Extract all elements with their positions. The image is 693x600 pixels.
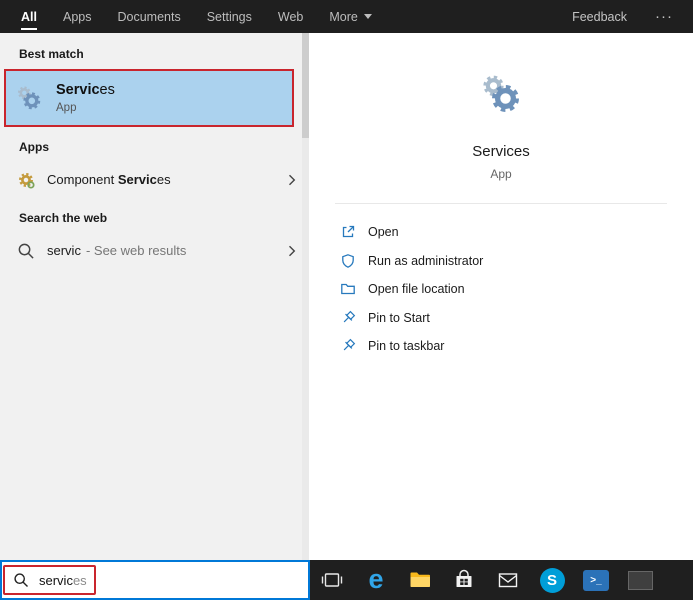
mail-button[interactable] xyxy=(486,560,530,600)
open-icon xyxy=(340,224,356,240)
tab-all-label: All xyxy=(21,10,37,24)
search-typed-text: servic xyxy=(39,573,73,588)
search-web-header: Search the web xyxy=(0,198,309,232)
window-button[interactable] xyxy=(618,560,662,600)
task-view-button[interactable] xyxy=(310,560,354,600)
search-icon xyxy=(13,572,29,588)
best-match-header: Best match xyxy=(0,33,309,68)
best-match-title-rest: es xyxy=(100,82,115,98)
file-explorer-icon xyxy=(408,568,432,592)
services-app-icon-large xyxy=(477,70,525,118)
action-pin-to-start[interactable]: Pin to Start xyxy=(340,304,693,333)
action-run-as-administrator[interactable]: Run as administrator xyxy=(340,247,693,276)
store-button[interactable] xyxy=(442,560,486,600)
best-match-text: Services App xyxy=(56,82,115,114)
task-view-icon xyxy=(320,568,344,592)
preview-title: Services xyxy=(472,143,530,160)
chevron-right-icon[interactable] xyxy=(288,174,296,186)
preview-subtitle: App xyxy=(490,167,511,181)
best-match-subtitle: App xyxy=(56,102,115,114)
apps-header: Apps xyxy=(0,127,309,161)
results-panel: Best match Services xyxy=(0,33,309,560)
taskbar: services e S >_ xyxy=(0,560,693,600)
action-pin-to-taskbar[interactable]: Pin to taskbar xyxy=(340,332,693,361)
search-icon xyxy=(17,242,35,260)
action-pin-to-start-label: Pin to Start xyxy=(368,311,430,325)
edge-icon: e xyxy=(368,566,383,593)
component-services-prefix: Component xyxy=(47,172,118,187)
store-icon xyxy=(452,568,476,592)
tab-more[interactable]: More xyxy=(316,0,384,33)
topbar-right: Feedback ··· xyxy=(572,0,693,33)
services-app-icon xyxy=(14,83,44,113)
tab-all[interactable]: All xyxy=(8,0,50,33)
action-open[interactable]: Open xyxy=(340,218,693,247)
tab-web-label: Web xyxy=(278,10,303,24)
component-services-label: Component Services xyxy=(47,172,171,187)
tab-web[interactable]: Web xyxy=(265,0,316,33)
overflow-menu-button[interactable]: ··· xyxy=(655,8,673,25)
tab-documents[interactable]: Documents xyxy=(104,0,193,33)
file-explorer-button[interactable] xyxy=(398,560,442,600)
search-results-area: Best match Services xyxy=(0,33,693,560)
action-run-as-administrator-label: Run as administrator xyxy=(368,254,483,268)
best-match-result-services[interactable]: Services App xyxy=(4,69,294,127)
tab-settings-label: Settings xyxy=(207,10,252,24)
edge-button[interactable]: e xyxy=(354,560,398,600)
skype-icon: S xyxy=(540,568,565,593)
preview-panel: Services App Open Run as administrator xyxy=(309,33,693,560)
windows-search-flyout: All Apps Documents Settings Web More Fee… xyxy=(0,0,693,600)
search-filter-bar: All Apps Documents Settings Web More Fee… xyxy=(0,0,693,33)
component-services-icon xyxy=(17,171,35,189)
web-result-query: servic xyxy=(47,243,81,258)
skype-button[interactable]: S xyxy=(530,560,574,600)
tab-apps[interactable]: Apps xyxy=(50,0,105,33)
window-icon xyxy=(628,571,653,590)
shield-icon xyxy=(340,253,356,269)
result-web-servic[interactable]: servic - See web results xyxy=(0,232,309,269)
taskbar-icons: e S >_ xyxy=(310,560,662,600)
component-services-matched: Servic xyxy=(118,172,157,187)
chevron-right-icon[interactable] xyxy=(288,245,296,257)
feedback-button[interactable]: Feedback xyxy=(572,10,627,24)
folder-location-icon xyxy=(340,281,356,297)
action-pin-to-taskbar-label: Pin to taskbar xyxy=(368,339,444,353)
pin-icon xyxy=(340,310,356,326)
best-match-title: Services xyxy=(56,82,115,98)
tab-documents-label: Documents xyxy=(117,10,180,24)
context-actions: Open Run as administrator Open file loca… xyxy=(309,218,693,361)
action-open-file-location-label: Open file location xyxy=(368,282,465,296)
action-open-file-location[interactable]: Open file location xyxy=(340,275,693,304)
mail-icon xyxy=(496,568,520,592)
pin-icon xyxy=(340,338,356,354)
scrollbar-thumb[interactable] xyxy=(302,33,309,138)
taskbar-search-box[interactable]: services xyxy=(0,560,310,600)
powershell-icon: >_ xyxy=(583,570,609,591)
action-open-label: Open xyxy=(368,225,399,239)
web-result-label: servic - See web results xyxy=(47,243,186,258)
divider xyxy=(335,203,667,204)
component-services-rest: es xyxy=(157,172,171,187)
best-match-title-matched: Servic xyxy=(56,82,100,98)
search-inline-suggestion: es xyxy=(73,573,87,588)
tab-more-label: More xyxy=(329,10,357,24)
tab-settings[interactable]: Settings xyxy=(194,0,265,33)
scrollbar[interactable] xyxy=(302,33,309,560)
result-component-services[interactable]: Component Services xyxy=(0,161,309,198)
tab-apps-label: Apps xyxy=(63,10,92,24)
web-result-hint: - See web results xyxy=(86,243,186,258)
caret-down-icon xyxy=(364,14,372,19)
powershell-button[interactable]: >_ xyxy=(574,560,618,600)
